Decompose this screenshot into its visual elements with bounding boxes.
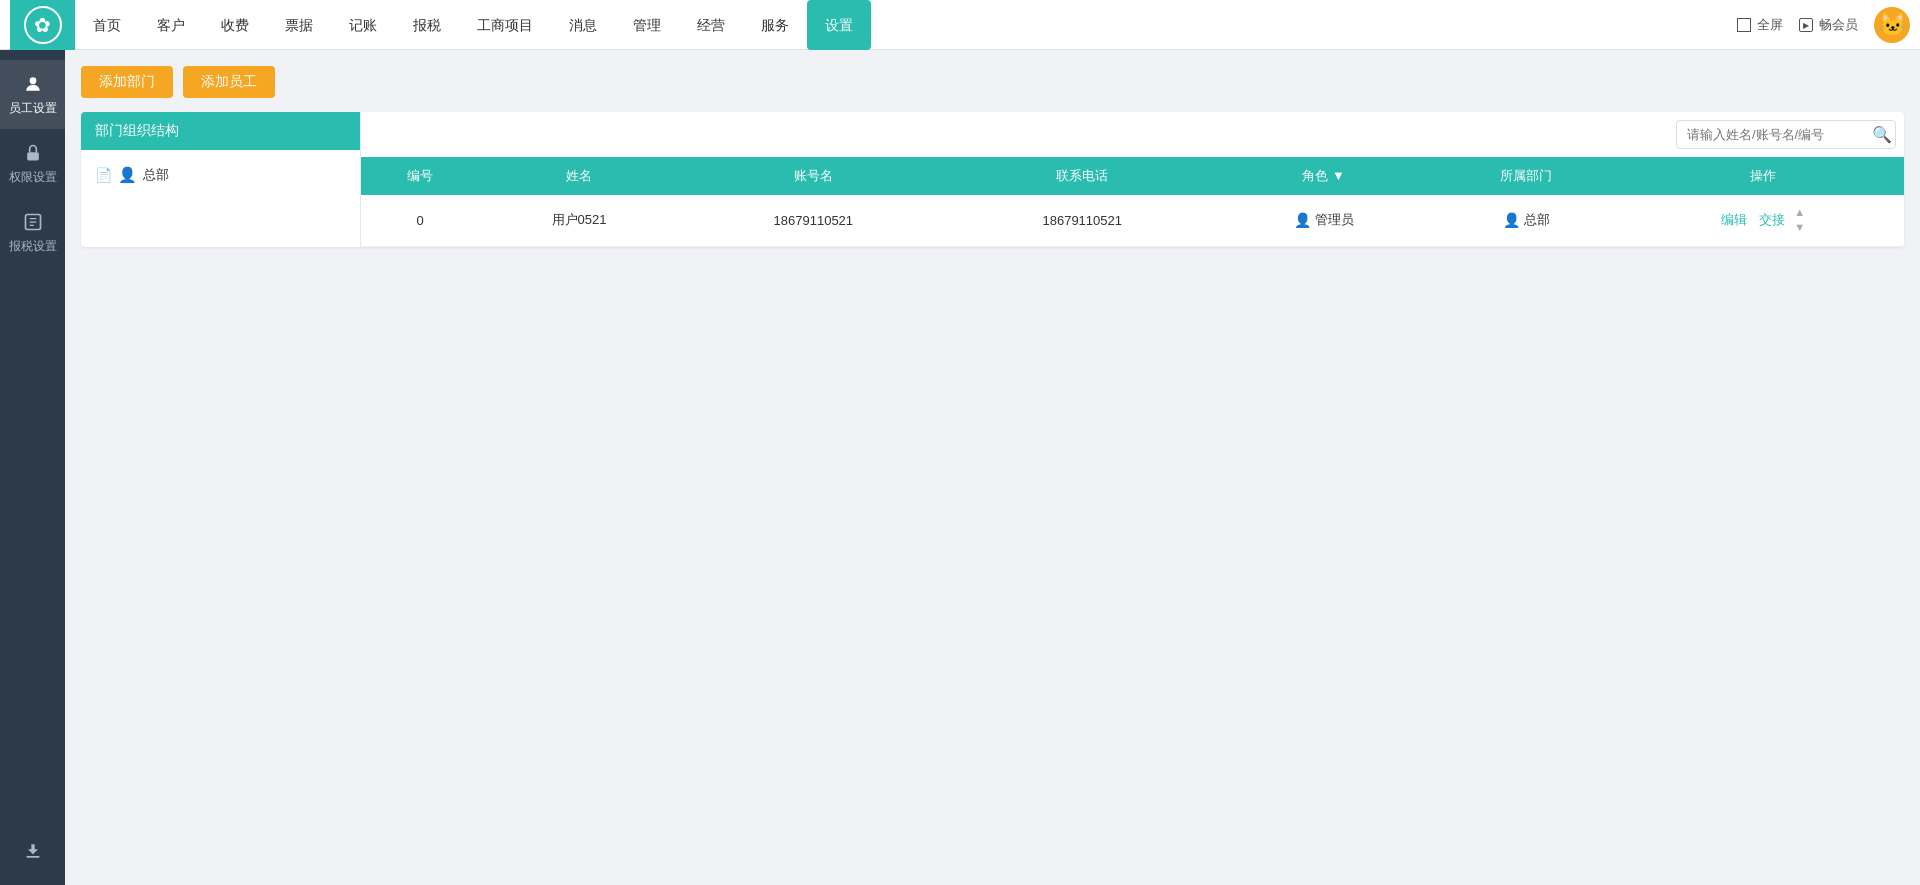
nav-item-经营[interactable]: 经营 bbox=[679, 0, 743, 50]
search-bar: 🔍 bbox=[361, 112, 1904, 157]
sidebar-label: 报税设置 bbox=[9, 238, 57, 255]
col-actions: 操作 bbox=[1622, 157, 1904, 195]
sidebar-bottom-download[interactable] bbox=[0, 827, 65, 875]
dept-tree-header: 部门组织结构 bbox=[81, 112, 360, 150]
dept-tree: 部门组织结构 📄 👤 总部 bbox=[81, 112, 361, 247]
scroll-down-arrow[interactable]: ▼ bbox=[1794, 220, 1805, 235]
lock-icon bbox=[21, 141, 45, 165]
nav-item-客户[interactable]: 客户 bbox=[139, 0, 203, 50]
nav-item-报税[interactable]: 报税 bbox=[395, 0, 459, 50]
svg-rect-1 bbox=[27, 152, 39, 160]
sidebar-label: 员工设置 bbox=[9, 100, 57, 117]
edit-action[interactable]: 编辑 bbox=[1721, 212, 1747, 227]
add-dept-button[interactable]: 添加部门 bbox=[81, 66, 173, 98]
content-panel: 部门组织结构 📄 👤 总部 🔍 bbox=[81, 112, 1904, 247]
channel-button[interactable]: ▶ 畅会员 bbox=[1799, 16, 1858, 34]
col-role: 角色 ▼ bbox=[1217, 157, 1431, 195]
sidebar-label: 权限设置 bbox=[9, 169, 57, 186]
nav-items: 首页客户收费票据记账报税工商项目消息管理经营服务设置 bbox=[75, 0, 1737, 50]
sidebar-item-权限设置[interactable]: 权限设置 bbox=[0, 129, 65, 198]
sidebar: 员工设置 权限设置 报税设置 bbox=[0, 50, 65, 885]
download-icon bbox=[21, 839, 45, 863]
col-name: 姓名 bbox=[479, 157, 679, 195]
cell-id: 0 bbox=[361, 195, 479, 246]
logo[interactable] bbox=[10, 0, 75, 50]
fullscreen-icon bbox=[1737, 18, 1751, 32]
sidebar-item-报税设置[interactable]: 报税设置 bbox=[0, 198, 65, 267]
cell-actions: 编辑 交接 ▲ ▼ bbox=[1622, 195, 1904, 246]
nav-item-工商项目[interactable]: 工商项目 bbox=[459, 0, 551, 50]
dept-tree-body: 📄 👤 总部 bbox=[81, 150, 360, 200]
dept-user-icon: 👤 bbox=[1503, 212, 1520, 228]
tax-icon bbox=[21, 210, 45, 234]
col-phone: 联系电话 bbox=[948, 157, 1217, 195]
fullscreen-button[interactable]: 全屏 bbox=[1737, 16, 1783, 34]
cell-role: 👤 管理员 bbox=[1217, 195, 1431, 246]
role-user-icon: 👤 bbox=[1294, 212, 1311, 228]
dept-name-general: 总部 bbox=[143, 166, 169, 184]
nav-item-记账[interactable]: 记账 bbox=[331, 0, 395, 50]
table-header-row: 编号 姓名 账号名 联系电话 角色 ▼ 所属部门 操作 bbox=[361, 157, 1904, 195]
top-nav: 首页客户收费票据记账报税工商项目消息管理经营服务设置 全屏 ▶ 畅会员 🐱 bbox=[0, 0, 1920, 50]
nav-item-消息[interactable]: 消息 bbox=[551, 0, 615, 50]
nav-item-服务[interactable]: 服务 bbox=[743, 0, 807, 50]
search-button[interactable]: 🔍 bbox=[1872, 125, 1892, 144]
col-account: 账号名 bbox=[679, 157, 948, 195]
cell-account: 18679110521 bbox=[679, 195, 948, 246]
layout: 员工设置 权限设置 报税设置 添加部门 添加员工 部门组织结构 📄 👤 总部 bbox=[0, 50, 1920, 885]
btn-bar: 添加部门 添加员工 bbox=[81, 66, 1904, 98]
nav-item-设置[interactable]: 设置 bbox=[807, 0, 871, 50]
user-avatar[interactable]: 🐱 bbox=[1874, 7, 1910, 43]
cell-dept: 👤 总部 bbox=[1431, 195, 1622, 246]
search-input[interactable] bbox=[1676, 120, 1896, 149]
play-icon: ▶ bbox=[1799, 18, 1813, 32]
role-label: 管理员 bbox=[1315, 211, 1354, 229]
nav-item-首页[interactable]: 首页 bbox=[75, 0, 139, 50]
transfer-action[interactable]: 交接 bbox=[1759, 212, 1785, 227]
svg-point-0 bbox=[29, 77, 36, 84]
file-icon: 📄 bbox=[95, 167, 112, 183]
nav-item-管理[interactable]: 管理 bbox=[615, 0, 679, 50]
employee-table-area: 🔍 编号 姓名 账号名 联系电话 角色 ▼ 所属部门 bbox=[361, 112, 1904, 247]
dept-label: 总部 bbox=[1524, 211, 1550, 229]
person-icon bbox=[21, 72, 45, 96]
scroll-up-arrow[interactable]: ▲ bbox=[1794, 205, 1805, 220]
cell-name: 用户0521 bbox=[479, 195, 679, 246]
table-row: 0 用户0521 18679110521 18679110521 👤 管理员 👤… bbox=[361, 195, 1904, 246]
dept-tree-item-general[interactable]: 📄 👤 总部 bbox=[81, 158, 360, 192]
main-content: 添加部门 添加员工 部门组织结构 📄 👤 总部 🔍 bbox=[65, 50, 1920, 885]
cell-phone: 18679110521 bbox=[948, 195, 1217, 246]
nav-right: 全屏 ▶ 畅会员 🐱 bbox=[1737, 7, 1910, 43]
col-id: 编号 bbox=[361, 157, 479, 195]
filter-icon[interactable]: ▼ bbox=[1332, 168, 1345, 183]
sidebar-item-员工设置[interactable]: 员工设置 bbox=[0, 60, 65, 129]
employee-table: 编号 姓名 账号名 联系电话 角色 ▼ 所属部门 操作 0 bbox=[361, 157, 1904, 247]
nav-item-票据[interactable]: 票据 bbox=[267, 0, 331, 50]
add-employee-button[interactable]: 添加员工 bbox=[183, 66, 275, 98]
nav-item-收费[interactable]: 收费 bbox=[203, 0, 267, 50]
logo-icon bbox=[24, 6, 62, 44]
user-icon-dept: 👤 bbox=[118, 166, 137, 184]
svg-rect-3 bbox=[26, 856, 39, 858]
col-dept: 所属部门 bbox=[1431, 157, 1622, 195]
